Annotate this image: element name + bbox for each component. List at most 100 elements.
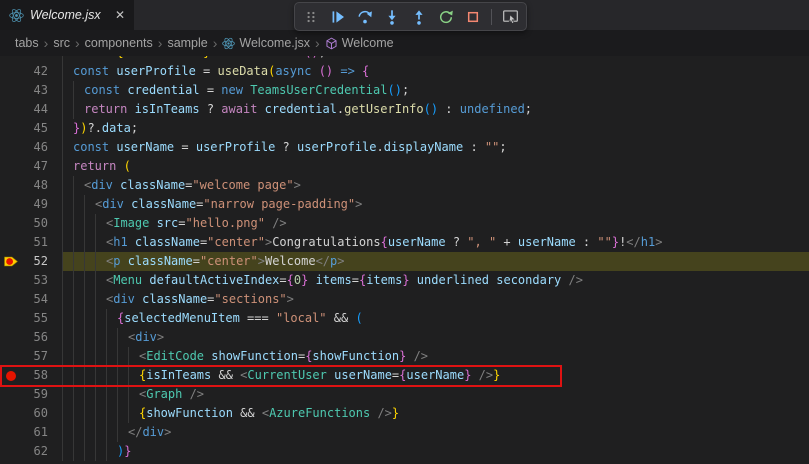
breakpoint-icon[interactable]	[0, 366, 22, 385]
code-line-59: 59 <Graph />	[0, 385, 809, 404]
cursor-in-box-icon[interactable]	[501, 8, 519, 26]
line-number[interactable]: 55	[22, 309, 48, 328]
code-text[interactable]: <div className="sections">	[62, 290, 809, 309]
glyph-margin[interactable]	[0, 138, 22, 157]
line-number[interactable]: 46	[22, 138, 48, 157]
code-text[interactable]: <div className="welcome page">	[62, 176, 809, 195]
glyph-margin[interactable]	[0, 176, 22, 195]
code-text[interactable]: const credential = new TeamsUserCredenti…	[62, 81, 809, 100]
line-number[interactable]: 58	[22, 366, 48, 385]
code-editor[interactable]: 41 const { isInTeams } = useTeamsFx();42…	[0, 56, 809, 464]
glyph-margin[interactable]	[0, 195, 22, 214]
debug-continue-button[interactable]	[329, 8, 347, 26]
chevron-right-icon: ›	[74, 35, 81, 51]
code-line-62: 62 )}	[0, 442, 809, 461]
code-text[interactable]: })?.data;	[62, 119, 809, 138]
line-number[interactable]: 43	[22, 81, 48, 100]
code-text[interactable]: {showFunction && <AzureFunctions />}	[62, 404, 809, 423]
code-text[interactable]: <div className="narrow page-padding">	[62, 195, 809, 214]
code-text[interactable]: <Graph />	[62, 385, 809, 404]
code-text[interactable]: <EditCode showFunction={showFunction} />	[62, 347, 809, 366]
chevron-right-icon: ›	[314, 35, 321, 51]
line-number[interactable]: 62	[22, 442, 48, 461]
line-number[interactable]: 49	[22, 195, 48, 214]
debug-current-line-arrow-icon[interactable]	[0, 252, 22, 271]
line-number[interactable]: 50	[22, 214, 48, 233]
code-text[interactable]: <div>	[62, 328, 809, 347]
code-text[interactable]: {isInTeams && <CurrentUser userName={use…	[62, 366, 809, 385]
vscode-window: Welcome.jsx ✕	[0, 0, 809, 464]
line-number[interactable]: 48	[22, 176, 48, 195]
debug-step-over-button[interactable]	[356, 8, 374, 26]
code-text[interactable]: {selectedMenuItem === "local" && (	[62, 309, 809, 328]
glyph-margin[interactable]	[0, 309, 22, 328]
glyph-margin[interactable]	[0, 81, 22, 100]
code-line-54: 54 <div className="sections">	[0, 290, 809, 309]
react-icon	[222, 37, 235, 50]
debug-stop-button[interactable]	[464, 8, 482, 26]
gripper-icon[interactable]	[302, 8, 320, 26]
breadcrumb-item-welcome-symbol[interactable]: Welcome	[325, 36, 394, 50]
code-text[interactable]: return (	[62, 157, 809, 176]
line-number[interactable]: 44	[22, 100, 48, 119]
glyph-margin[interactable]	[0, 62, 22, 81]
line-number[interactable]: 47	[22, 157, 48, 176]
code-line-61: 61 </div>	[0, 423, 809, 442]
breadcrumb-item-welcome-jsx[interactable]: Welcome.jsx	[222, 36, 310, 50]
line-number[interactable]: 61	[22, 423, 48, 442]
code-line-49: 49 <div className="narrow page-padding">	[0, 195, 809, 214]
breadcrumb-item-sample[interactable]: sample	[167, 36, 207, 50]
glyph-margin[interactable]	[0, 423, 22, 442]
code-text[interactable]: const userName = userProfile ? userProfi…	[62, 138, 809, 157]
line-number[interactable]: 52	[22, 252, 48, 271]
glyph-margin[interactable]	[0, 385, 22, 404]
line-number[interactable]: 53	[22, 271, 48, 290]
code-text[interactable]: return isInTeams ? await credential.getU…	[62, 100, 809, 119]
breadcrumb-item-tabs[interactable]: tabs	[15, 36, 39, 50]
symbol-module-cube-icon	[325, 37, 338, 50]
code-text[interactable]: const userProfile = useData(async () => …	[62, 62, 809, 81]
debug-step-out-button[interactable]	[410, 8, 428, 26]
code-text[interactable]: <Image src="hello.png" />	[62, 214, 809, 233]
breadcrumb-item-src[interactable]: src	[53, 36, 70, 50]
line-number[interactable]: 51	[22, 233, 48, 252]
code-line-45: 45 })?.data;	[0, 119, 809, 138]
code-text[interactable]: </div>	[62, 423, 809, 442]
glyph-margin[interactable]	[0, 157, 22, 176]
glyph-margin[interactable]	[0, 404, 22, 423]
code-line-43: 43 const credential = new TeamsUserCrede…	[0, 81, 809, 100]
glyph-margin[interactable]	[0, 328, 22, 347]
toolbar-separator	[491, 9, 492, 25]
tab-welcome-jsx[interactable]: Welcome.jsx ✕	[0, 0, 134, 30]
line-number[interactable]: 42	[22, 62, 48, 81]
code-line-58: 58 {isInTeams && <CurrentUser userName={…	[0, 366, 809, 385]
code-lines: 41 const { isInTeams } = useTeamsFx();42…	[0, 56, 809, 461]
code-line-60: 60 {showFunction && <AzureFunctions />}	[0, 404, 809, 423]
glyph-margin[interactable]	[0, 119, 22, 138]
line-number[interactable]: 54	[22, 290, 48, 309]
line-number[interactable]: 59	[22, 385, 48, 404]
code-line-46: 46 const userName = userProfile ? userPr…	[0, 138, 809, 157]
code-text[interactable]: <Menu defaultActiveIndex={0} items={item…	[62, 271, 809, 290]
glyph-margin[interactable]	[0, 100, 22, 119]
close-icon[interactable]: ✕	[115, 9, 125, 21]
line-number[interactable]: 45	[22, 119, 48, 138]
glyph-margin[interactable]	[0, 214, 22, 233]
glyph-margin[interactable]	[0, 290, 22, 309]
breadcrumb-item-components[interactable]: components	[85, 36, 153, 50]
code-line-52: 52 <p className="center">Welcome</p>	[0, 252, 809, 271]
glyph-margin[interactable]	[0, 271, 22, 290]
glyph-margin[interactable]	[0, 233, 22, 252]
debug-toolbar	[294, 2, 527, 31]
code-line-44: 44 return isInTeams ? await credential.g…	[0, 100, 809, 119]
code-text[interactable]: <h1 className="center">Congratulations{u…	[62, 233, 809, 252]
debug-restart-button[interactable]	[437, 8, 455, 26]
glyph-margin[interactable]	[0, 347, 22, 366]
glyph-margin[interactable]	[0, 442, 22, 461]
line-number[interactable]: 60	[22, 404, 48, 423]
code-text[interactable]: <p className="center">Welcome</p>	[62, 252, 809, 271]
code-text[interactable]: )}	[62, 442, 809, 461]
debug-step-into-button[interactable]	[383, 8, 401, 26]
line-number[interactable]: 56	[22, 328, 48, 347]
line-number[interactable]: 57	[22, 347, 48, 366]
